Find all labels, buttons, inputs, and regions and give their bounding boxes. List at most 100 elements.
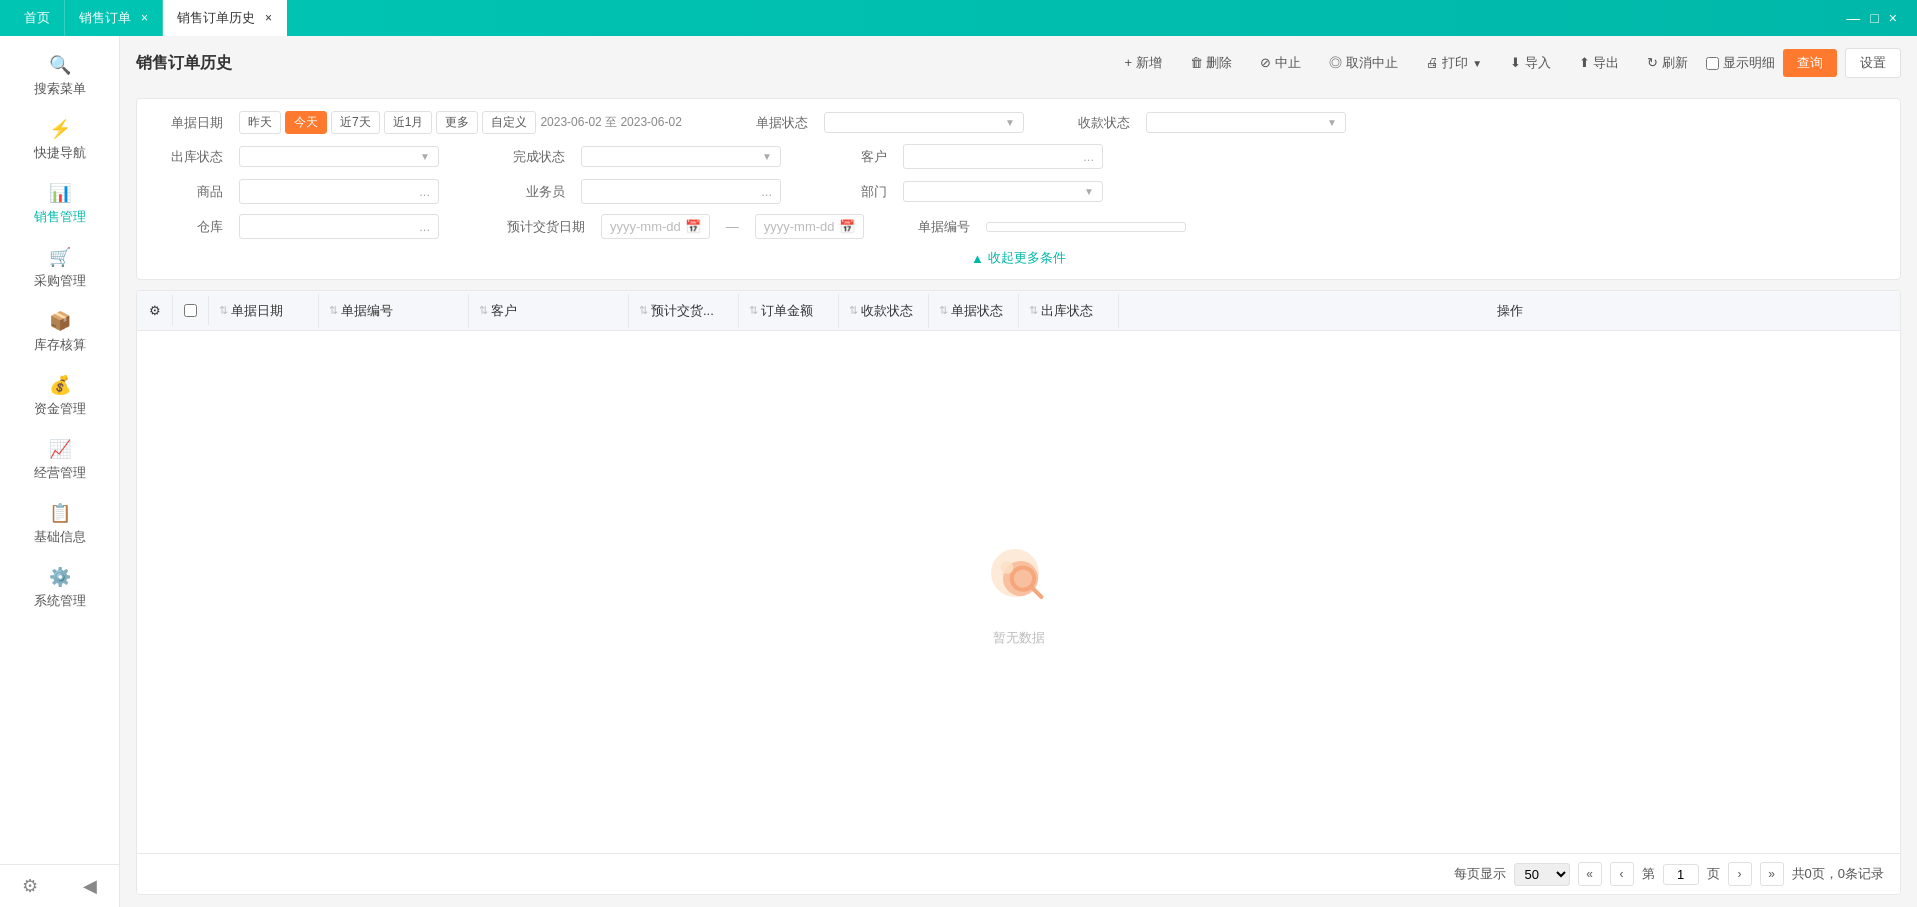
import-button[interactable]: ⬇ 导入 — [1500, 49, 1561, 77]
th-bill-date[interactable]: ⇅ 单据日期 — [209, 294, 319, 328]
out-stock-status-label: 出库状态 — [153, 148, 223, 166]
tab-sales-order-history-close[interactable]: × — [265, 11, 272, 25]
goods-input[interactable]: ... — [239, 179, 439, 204]
sidebar-item-sys-mgmt[interactable]: ⚙️ 系统管理 — [0, 556, 119, 620]
refresh-button[interactable]: ↻ 刷新 — [1637, 49, 1698, 77]
th-settings[interactable]: ⚙ — [137, 295, 173, 326]
show-detail-checkbox-label[interactable]: 显示明细 — [1706, 54, 1775, 72]
total-records: 共0页，0条记录 — [1792, 865, 1884, 883]
customer-label: 客户 — [817, 148, 887, 166]
calendar-end-icon[interactable]: 📅 — [839, 219, 855, 234]
page-number-input[interactable] — [1663, 864, 1699, 885]
delivery-date-end-input[interactable]: yyyy-mm-dd 📅 — [755, 214, 864, 239]
date-btn-7days[interactable]: 近7天 — [331, 111, 380, 134]
complete-status-select[interactable]: ▼ — [581, 146, 781, 167]
date-btn-today[interactable]: 今天 — [285, 111, 327, 134]
date-btn-more[interactable]: 更多 — [436, 111, 478, 134]
filter-row-1: 单据日期 昨天 今天 近7天 近1月 更多 自定义 2023-06-02 至 2… — [153, 111, 1884, 134]
topbar-close[interactable]: × — [1889, 10, 1897, 26]
th-bill-sort-icon: ⇅ — [939, 304, 948, 317]
dept-dropdown-icon: ▼ — [1084, 186, 1094, 197]
delete-button[interactable]: 🗑 删除 — [1180, 49, 1243, 77]
date-btn-yesterday[interactable]: 昨天 — [239, 111, 281, 134]
show-detail-checkbox[interactable] — [1706, 57, 1719, 70]
page-size-select[interactable]: 50 10 20 100 — [1514, 863, 1570, 886]
sidebar-item-quick-nav[interactable]: ⚡ 快捷导航 — [0, 108, 119, 172]
th-delivery-date[interactable]: ⇅ 预计交货... — [629, 294, 739, 328]
new-button[interactable]: + 新增 — [1115, 49, 1172, 77]
warehouse-browse-icon[interactable]: ... — [419, 219, 430, 234]
th-bill-number[interactable]: ⇅ 单据编号 — [319, 294, 469, 328]
select-all-checkbox[interactable] — [184, 304, 197, 317]
sidebar-item-finance[interactable]: 💰 资金管理 — [0, 364, 119, 428]
salesperson-input[interactable]: ... — [581, 179, 781, 204]
next-page-button[interactable]: › — [1728, 862, 1752, 886]
complete-status-label: 完成状态 — [495, 148, 565, 166]
th-sort-icon: ⇅ — [219, 304, 228, 317]
th-payment-sort-icon: ⇅ — [849, 304, 858, 317]
date-btn-1month[interactable]: 近1月 — [384, 111, 433, 134]
filter-row-4: 仓库 ... 预计交货日期 yyyy-mm-dd 📅 — yyyy-mm-dd … — [153, 214, 1884, 239]
th-customer[interactable]: ⇅ 客户 — [469, 294, 629, 328]
finance-icon: 💰 — [49, 374, 71, 396]
salesperson-browse-icon[interactable]: ... — [761, 184, 772, 199]
prev-page-button[interactable]: ‹ — [1610, 862, 1634, 886]
bill-status-select[interactable]: ▼ — [824, 112, 1024, 133]
sidebar-item-operations[interactable]: 📈 经营管理 — [0, 428, 119, 492]
filter-panel: 单据日期 昨天 今天 近7天 近1月 更多 自定义 2023-06-02 至 2… — [136, 98, 1901, 280]
customer-browse-icon[interactable]: ... — [1083, 149, 1094, 164]
sidebar-item-search-menu[interactable]: 🔍 搜索菜单 — [0, 44, 119, 108]
last-page-button[interactable]: » — [1760, 862, 1784, 886]
first-page-button[interactable]: « — [1578, 862, 1602, 886]
sidebar-item-inventory[interactable]: 📦 库存核算 — [0, 300, 119, 364]
stop-button[interactable]: ⊘ 中止 — [1250, 49, 1311, 77]
print-button[interactable]: 🖨 打印 ▼ — [1416, 49, 1493, 77]
sidebar-bottom: ⚙ ◀ — [0, 864, 119, 907]
sidebar-item-basic-info[interactable]: 📋 基础信息 — [0, 492, 119, 556]
th-outstock-sort-icon: ⇅ — [1029, 304, 1038, 317]
cancel-stop-button[interactable]: ◎ 取消中止 — [1319, 49, 1408, 77]
bill-number-input[interactable] — [986, 222, 1186, 232]
tab-home[interactable]: 首页 — [10, 0, 65, 36]
sidebar-item-sales-mgmt[interactable]: 📊 销售管理 — [0, 172, 119, 236]
empty-state: 暂无数据 — [137, 331, 1900, 853]
delivery-date-start-input[interactable]: yyyy-mm-dd 📅 — [601, 214, 710, 239]
th-checkbox[interactable] — [173, 296, 209, 325]
sys-mgmt-icon: ⚙️ — [49, 566, 71, 588]
filter-row-3: 商品 ... 业务员 ... 部门 ▼ — [153, 179, 1884, 204]
warehouse-input[interactable]: ... — [239, 214, 439, 239]
goods-browse-icon[interactable]: ... — [419, 184, 430, 199]
warehouse-label: 仓库 — [153, 218, 223, 236]
export-button[interactable]: ⬆ 导出 — [1569, 49, 1630, 77]
th-order-amount[interactable]: ⇅ 订单金额 — [739, 294, 839, 328]
topbar-maximize[interactable]: □ — [1870, 10, 1878, 26]
dept-select[interactable]: ▼ — [903, 181, 1103, 202]
page-size-label: 每页显示 — [1454, 865, 1506, 883]
sales-mgmt-icon: 📊 — [49, 182, 71, 204]
bill-status-label: 单据状态 — [738, 114, 808, 132]
th-bill-status[interactable]: ⇅ 单据状态 — [929, 294, 1019, 328]
th-out-stock-status[interactable]: ⇅ 出库状态 — [1019, 294, 1119, 328]
topbar-minimize[interactable]: — — [1846, 10, 1860, 26]
th-payment-status[interactable]: ⇅ 收款状态 — [839, 294, 929, 328]
date-quick-group: 昨天 今天 近7天 近1月 更多 自定义 2023-06-02 至 2023-0… — [239, 111, 682, 134]
collapse-filter-row[interactable]: ▲ 收起更多条件 — [153, 249, 1884, 267]
payment-status-label: 收款状态 — [1060, 114, 1130, 132]
tab-sales-order-close[interactable]: × — [141, 11, 148, 25]
pagination-bar: 每页显示 50 10 20 100 « ‹ 第 页 › » 共0页，0条记录 — [137, 853, 1900, 894]
tab-sales-order[interactable]: 销售订单 × — [65, 0, 163, 36]
sidebar-settings-icon[interactable]: ⚙ — [22, 875, 38, 897]
date-btn-custom[interactable]: 自定义 — [482, 111, 536, 134]
customer-input[interactable]: ... — [903, 144, 1103, 169]
out-stock-status-select[interactable]: ▼ — [239, 146, 439, 167]
svg-line-3 — [1031, 587, 1041, 597]
calendar-start-icon[interactable]: 📅 — [685, 219, 701, 234]
settings-icon[interactable]: ⚙ — [149, 303, 161, 318]
settings-button[interactable]: 设置 — [1845, 48, 1901, 78]
tab-sales-order-history[interactable]: 销售订单历史 × — [163, 0, 287, 36]
query-button[interactable]: 查询 — [1783, 49, 1837, 77]
sidebar-item-purchase-mgmt[interactable]: 🛒 采购管理 — [0, 236, 119, 300]
sidebar-collapse-icon[interactable]: ◀ — [83, 875, 97, 897]
table-header: ⚙ ⇅ 单据日期 ⇅ 单据编号 ⇅ 客户 ⇅ — [137, 291, 1900, 331]
payment-status-select[interactable]: ▼ — [1146, 112, 1346, 133]
